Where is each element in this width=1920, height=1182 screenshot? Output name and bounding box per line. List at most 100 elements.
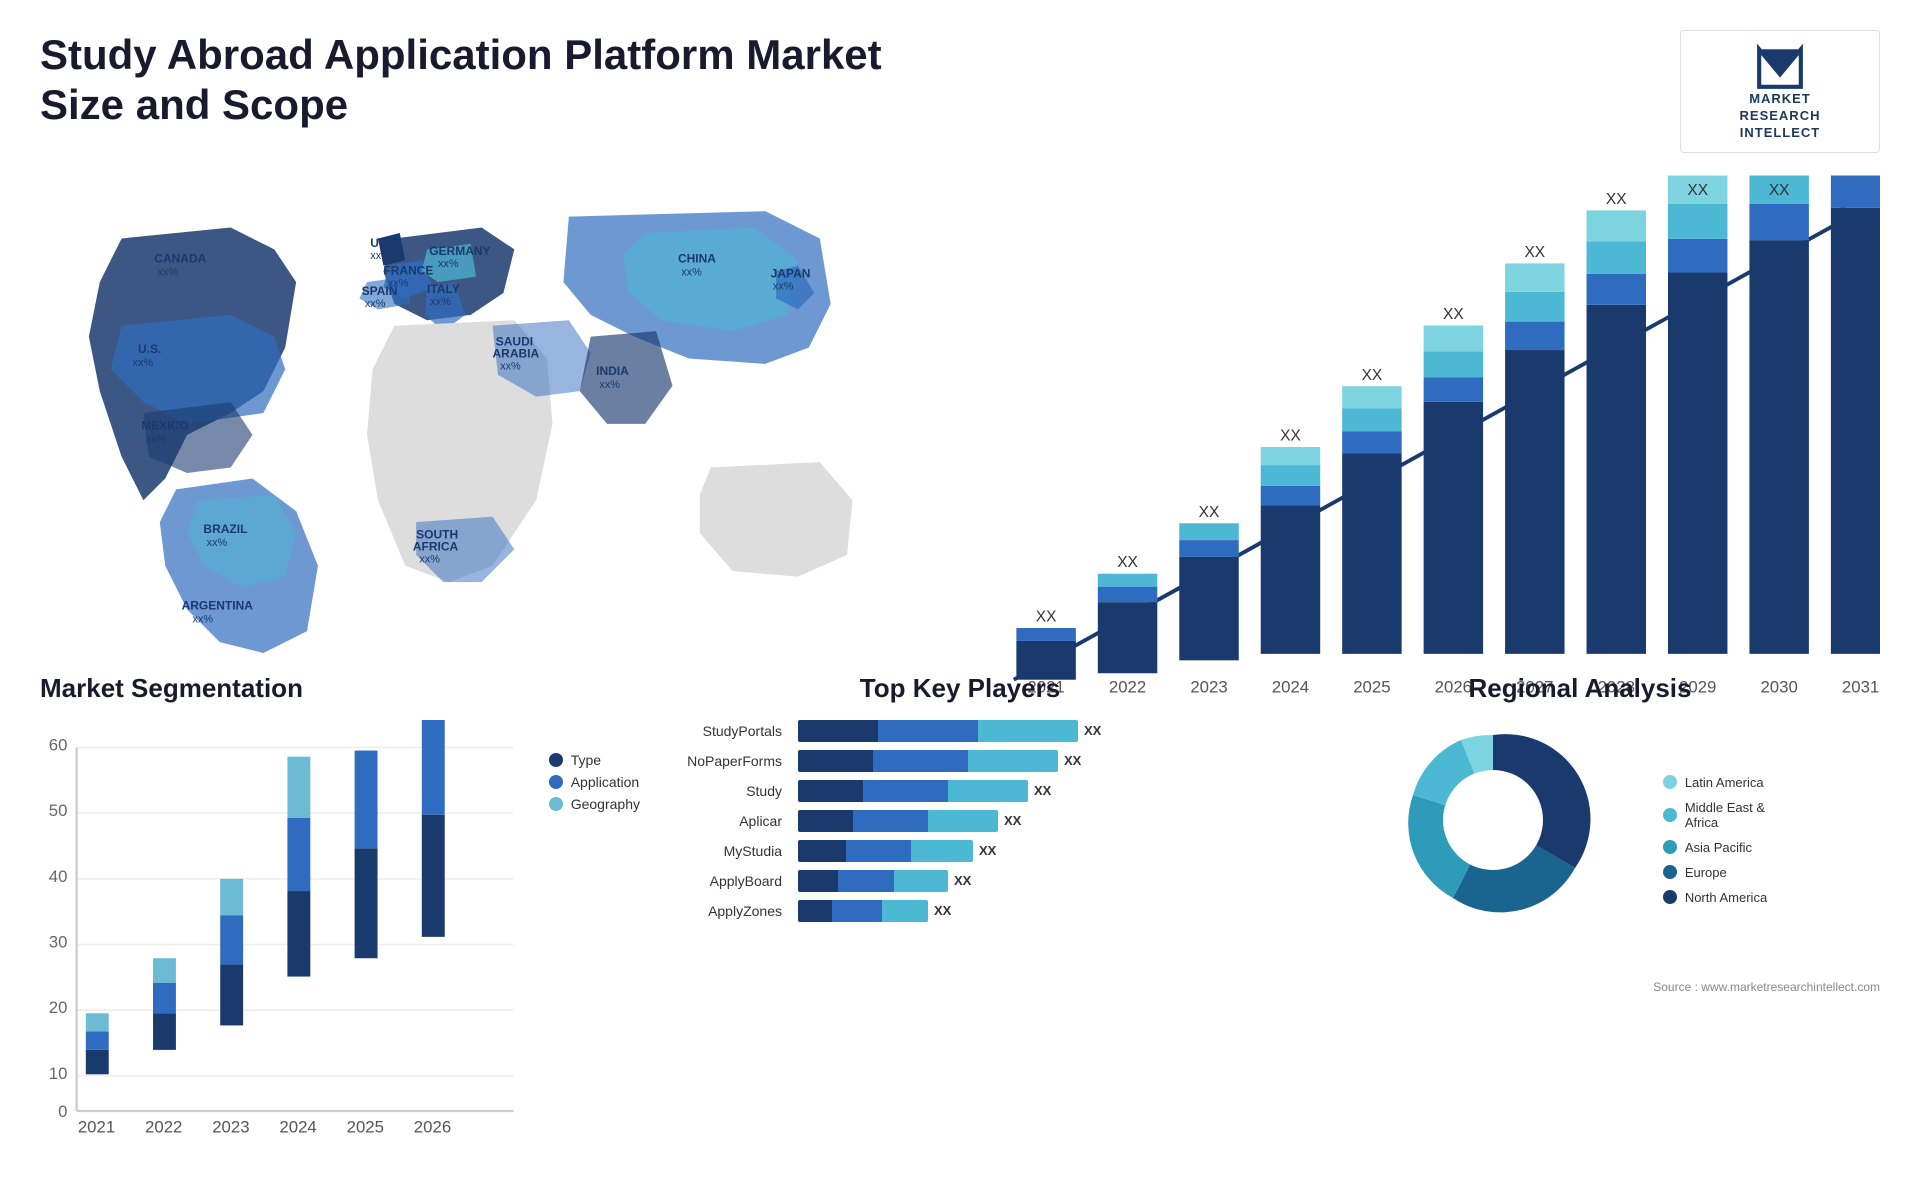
svg-text:AFRICA: AFRICA [413,539,459,553]
logo-text: MARKET RESEARCH INTELLECT [1740,91,1821,142]
svg-text:XX: XX [1199,503,1220,520]
svg-text:xx%: xx% [207,537,228,549]
svg-text:XX: XX [1280,427,1301,444]
bar-seg1 [798,750,873,772]
player-bar-nopaperforms: XX [798,750,1260,772]
player-row-mystudia: MyStudia XX [660,840,1260,862]
player-bar-aplicar: XX [798,810,1260,832]
player-name-nopaperforms: NoPaperForms [660,753,790,769]
svg-text:40: 40 [49,867,68,886]
players-title: Top Key Players [660,673,1260,704]
page: Study Abroad Application Platform Market… [0,0,1920,1182]
player-bar-study: XX [798,780,1260,802]
asia-pacific-dot [1663,840,1677,854]
svg-text:MEXICO: MEXICO [141,418,188,432]
player-value: XX [1004,813,1021,828]
player-value: XX [934,903,951,918]
svg-text:XX: XX [1524,244,1545,261]
svg-text:XX: XX [1036,608,1057,625]
svg-text:XX: XX [1117,554,1138,571]
bar-seg3 [894,870,948,892]
application-dot [549,775,563,789]
svg-text:xx%: xx% [133,357,154,369]
legend-latin-america: Latin America [1663,775,1767,790]
brand-logo-icon [1755,41,1805,91]
bar-seg1 [798,720,878,742]
player-row-nopaperforms: NoPaperForms XX [660,750,1260,772]
player-name-study: Study [660,783,790,799]
canada-label: CANADA [154,251,206,265]
legend-asia-pacific: Asia Pacific [1663,840,1767,855]
legend-geography: Geography [549,796,640,812]
bar-seg2 [846,840,911,862]
legend-type: Type [549,752,640,768]
segmentation-chart-svg: 60 50 40 30 20 10 0 [40,720,529,1148]
svg-text:ARABIA: ARABIA [493,346,540,360]
growth-chart-svg: XX XX XX XX [975,173,1880,721]
player-value: XX [1034,783,1051,798]
geography-dot [549,797,563,811]
svg-text:JAPAN: JAPAN [771,266,811,280]
bottom-sections: Market Segmentation 60 50 40 30 20 10 0 [40,673,1880,1153]
legend-middle-east-africa: Middle East &Africa [1663,800,1767,830]
svg-text:10: 10 [49,1064,68,1083]
logo-area: MARKET RESEARCH INTELLECT [1680,30,1880,153]
player-value: XX [1064,753,1081,768]
svg-text:xx%: xx% [500,360,521,372]
player-row-study: Study XX [660,780,1260,802]
legend-application: Application [549,774,640,790]
bar-seg3 [978,720,1078,742]
segmentation-section: Market Segmentation 60 50 40 30 20 10 0 [40,673,640,1153]
page-title: Study Abroad Application Platform Market… [40,30,940,131]
bar-seg1 [798,870,838,892]
bar-seg1 [798,810,853,832]
europe-dot [1663,865,1677,879]
svg-text:xx%: xx% [599,379,620,391]
application-label: Application [571,774,640,790]
donut-chart [1393,720,1633,960]
player-row-applyboard: ApplyBoard XX [660,870,1260,892]
svg-text:50: 50 [49,801,68,820]
svg-text:FRANCE: FRANCE [383,263,433,277]
svg-text:xx%: xx% [438,257,459,269]
world-map-svg: CANADA xx% U.S. xx% MEXICO xx% BRAZIL xx… [40,173,945,653]
svg-text:ARGENTINA: ARGENTINA [182,598,254,612]
player-bar-mystudia: XX [798,840,1260,862]
player-row-studyportals: StudyPortals XX [660,720,1260,742]
svg-text:BRAZIL: BRAZIL [203,522,247,536]
svg-text:U.S.: U.S. [138,342,161,356]
north-america-label: North America [1685,890,1767,905]
svg-text:0: 0 [58,1102,67,1121]
latin-america-label: Latin America [1685,775,1764,790]
regional-content: Latin America Middle East &Africa Asia P… [1280,720,1880,960]
player-name-applyzones: ApplyZones [660,903,790,919]
player-value: XX [954,873,971,888]
north-america-dot [1663,890,1677,904]
svg-text:2023: 2023 [212,1117,249,1136]
svg-text:xx%: xx% [419,553,440,565]
svg-text:XX: XX [1443,306,1464,323]
geography-label: Geography [571,796,640,812]
bar-seg1 [798,780,863,802]
svg-text:30: 30 [49,932,68,951]
header: Study Abroad Application Platform Market… [40,30,1880,153]
bar-seg3 [968,750,1058,772]
svg-text:xx%: xx% [158,266,179,278]
middle-east-africa-label: Middle East &Africa [1685,800,1765,830]
europe-label: Europe [1685,865,1727,880]
segmentation-legend: Type Application Geography [549,732,640,1153]
player-bar-applyboard: XX [798,870,1260,892]
player-name-studyportals: StudyPortals [660,723,790,739]
svg-text:GERMANY: GERMANY [429,243,490,257]
player-bar-studyportals: XX [798,720,1260,742]
regional-legend: Latin America Middle East &Africa Asia P… [1663,775,1767,905]
svg-text:20: 20 [49,998,68,1017]
bar-seg3 [948,780,1028,802]
player-name-applyboard: ApplyBoard [660,873,790,889]
player-row-applyzones: ApplyZones XX [660,900,1260,922]
regional-section: Regional Analysis [1280,673,1880,1153]
svg-text:XX: XX [1606,191,1627,208]
svg-text:2021: 2021 [78,1117,115,1136]
asia-pacific-label: Asia Pacific [1685,840,1752,855]
bar-seg2 [853,810,928,832]
